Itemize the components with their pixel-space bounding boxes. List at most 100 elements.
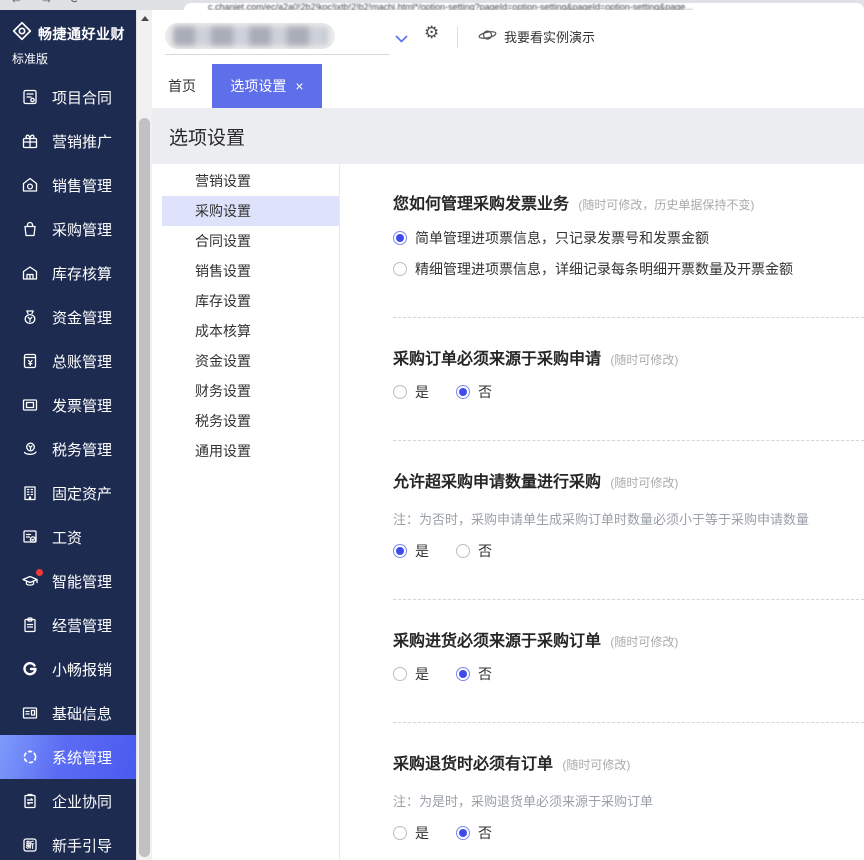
demo-link-label: 我要看实例演示 — [504, 30, 596, 45]
sidebar-scrollbar[interactable] — [136, 10, 152, 860]
radio-icon[interactable] — [393, 262, 407, 276]
settings-section: 采购订单必须来源于采购申请 (随时可修改) 是 否 — [393, 317, 864, 440]
submenu-item[interactable]: 采购设置 — [162, 196, 339, 226]
radio-icon[interactable] — [393, 667, 407, 681]
salary-icon — [21, 528, 39, 546]
sidebar-item-label: 资金管理 — [52, 309, 113, 327]
submenu-item[interactable]: 成本核算 — [152, 316, 339, 346]
section-suffix: (随时可修改，历史单据保持不变) — [575, 198, 755, 212]
sidebar-item-moneybag[interactable]: 资金管理 — [0, 295, 136, 339]
section-suffix: (随时可修改) — [607, 353, 679, 367]
radio-icon[interactable] — [393, 385, 407, 399]
submenu-item[interactable]: 资金设置 — [152, 346, 339, 376]
submenu-item[interactable]: 财务设置 — [152, 376, 339, 406]
radio-option[interactable]: 否 — [456, 382, 492, 402]
sidebar-item-g[interactable]: 小畅报销 — [0, 647, 136, 691]
notification-badge — [36, 569, 43, 576]
bag-icon — [21, 220, 39, 238]
scrollbar-thumb[interactable] — [139, 118, 150, 857]
demo-link[interactable]: 我要看实例演示 — [478, 27, 595, 46]
tab-home[interactable]: 首页 — [152, 64, 212, 108]
radio-icon[interactable] — [456, 667, 470, 681]
edition-label: 标准版 — [12, 52, 49, 66]
radio-option[interactable]: 是 — [393, 664, 429, 684]
sidebar-item-bag[interactable]: 采购管理 — [0, 207, 136, 251]
section-note: 注：为是时，采购退货单必须来源于采购订单 — [393, 794, 654, 809]
sidebar-item-idcard[interactable]: 基础信息 — [0, 691, 136, 735]
radio-option[interactable]: 否 — [456, 541, 492, 561]
toolbar-divider — [457, 26, 458, 48]
sidebar-item-collab[interactable]: 企业协同 — [0, 779, 136, 823]
section-options: 是 否 — [393, 382, 864, 402]
submenu-item[interactable]: 库存设置 — [152, 286, 339, 316]
browser-refresh-icon[interactable]: ⟳ — [70, 0, 81, 7]
sidebar-item-label: 库存核算 — [52, 265, 113, 283]
tab-close-icon[interactable]: × — [295, 79, 303, 93]
invoice-icon — [21, 396, 39, 414]
sidebar-item-salary[interactable]: 工资 — [0, 515, 136, 559]
radio-icon[interactable] — [393, 826, 407, 840]
sidebar-item-label: 基础信息 — [52, 705, 113, 723]
tax-icon — [21, 440, 39, 458]
sidebar-item-label: 企业协同 — [52, 793, 113, 811]
sidebar-item-tax[interactable]: 税务管理 — [0, 427, 136, 471]
sidebar-item-label: 工资 — [52, 529, 83, 547]
section-title: 采购退货时必须有订单 (随时可修改) — [393, 756, 631, 773]
svg-text:新: 新 — [26, 840, 35, 850]
sidebar-item-label: 税务管理 — [52, 441, 113, 459]
submenu-item[interactable]: 税务设置 — [152, 406, 339, 436]
sidebar-item-warehouse[interactable]: 库存核算 — [0, 251, 136, 295]
sidebar-item-clipboard[interactable]: 经营管理 — [0, 603, 136, 647]
browser-forward-icon[interactable]: → — [40, 0, 53, 6]
sidebar-item-new[interactable]: 新 新手引导 — [0, 823, 136, 860]
submenu-item[interactable]: 销售设置 — [152, 256, 339, 286]
company-name-blurred — [165, 23, 335, 49]
sidebar-item-label: 新手引导 — [52, 837, 113, 855]
sidebar-item-invoice[interactable]: 发票管理 — [0, 383, 136, 427]
radio-option[interactable]: 简单管理进项票信息，只记录发票号和发票金额 — [393, 228, 864, 248]
radio-icon[interactable] — [456, 385, 470, 399]
sync-icon — [21, 748, 39, 766]
sidebar-item-sync[interactable]: 系统管理 — [0, 735, 136, 779]
sidebar-item-ledger[interactable]: 总账管理 — [0, 339, 136, 383]
chevron-down-icon[interactable] — [395, 30, 408, 48]
sidebar-item-label: 项目合同 — [52, 89, 113, 107]
submenu-item[interactable]: 合同设置 — [152, 226, 339, 256]
radio-option[interactable]: 否 — [456, 823, 492, 843]
browser-back-icon[interactable]: ← — [10, 0, 23, 6]
submenu-item[interactable]: 营销设置 — [152, 166, 339, 196]
sidebar-item-gift[interactable]: 营销推广 — [0, 119, 136, 163]
scrollbar-up-arrow-icon[interactable] — [137, 10, 152, 26]
company-selector[interactable] — [165, 23, 390, 49]
sidebar-item-building[interactable]: 固定资产 — [0, 471, 136, 515]
radio-icon[interactable] — [393, 544, 407, 558]
radio-option[interactable]: 否 — [456, 664, 492, 684]
sidebar-item-contract[interactable]: 项目合同 — [0, 75, 136, 119]
radio-option[interactable]: 是 — [393, 541, 429, 561]
settings-section: 您如何管理采购发票业务 (随时可修改，历史单据保持不变) 简单管理进项票信息，只… — [393, 190, 864, 317]
sidebar: 畅捷通好业财 标准版 项目合同 营销推广 销售管理 采购管理 库存核算 资金管理… — [0, 10, 136, 860]
radio-option[interactable]: 精细管理进项票信息，详细记录每条明细开票数量及开票金额 — [393, 259, 864, 279]
radio-icon[interactable] — [456, 826, 470, 840]
radio-icon[interactable] — [393, 231, 407, 245]
sidebar-item-house[interactable]: 销售管理 — [0, 163, 136, 207]
radio-option[interactable]: 是 — [393, 382, 429, 402]
browser-chrome-strip: ← → ⟳ c.chanjet.com/ec/a2a0!2b2!koc!jxtb… — [0, 0, 864, 10]
radio-option-label: 是 — [415, 384, 429, 400]
gear-icon[interactable]: ⚙ — [424, 25, 439, 42]
radio-option[interactable]: 是 — [393, 823, 429, 843]
house-icon — [21, 176, 39, 194]
g-icon — [21, 660, 39, 678]
settings-section: 采购进货必须来源于采购订单 (随时可修改) 是 否 — [393, 599, 864, 722]
sidebar-item-cap[interactable]: 智能管理 — [0, 559, 136, 603]
radio-option-label: 是 — [415, 825, 429, 841]
sidebar-nav: 项目合同 营销推广 销售管理 采购管理 库存核算 资金管理 总账管理 发票管理 … — [0, 75, 136, 860]
browser-url-bar[interactable]: c.chanjet.com/ec/a2a0!2b2!koc!jxtb!2!b2!… — [184, 3, 864, 10]
tab-option-settings[interactable]: 选项设置 × — [212, 64, 322, 108]
radio-icon[interactable] — [456, 544, 470, 558]
submenu-item[interactable]: 通用设置 — [152, 436, 339, 466]
settings-sections: 您如何管理采购发票业务 (随时可修改，历史单据保持不变) 简单管理进项票信息，只… — [340, 164, 864, 860]
radio-option-label: 否 — [478, 666, 492, 682]
brand-logo-icon — [12, 21, 32, 46]
ledger-icon — [21, 352, 39, 370]
